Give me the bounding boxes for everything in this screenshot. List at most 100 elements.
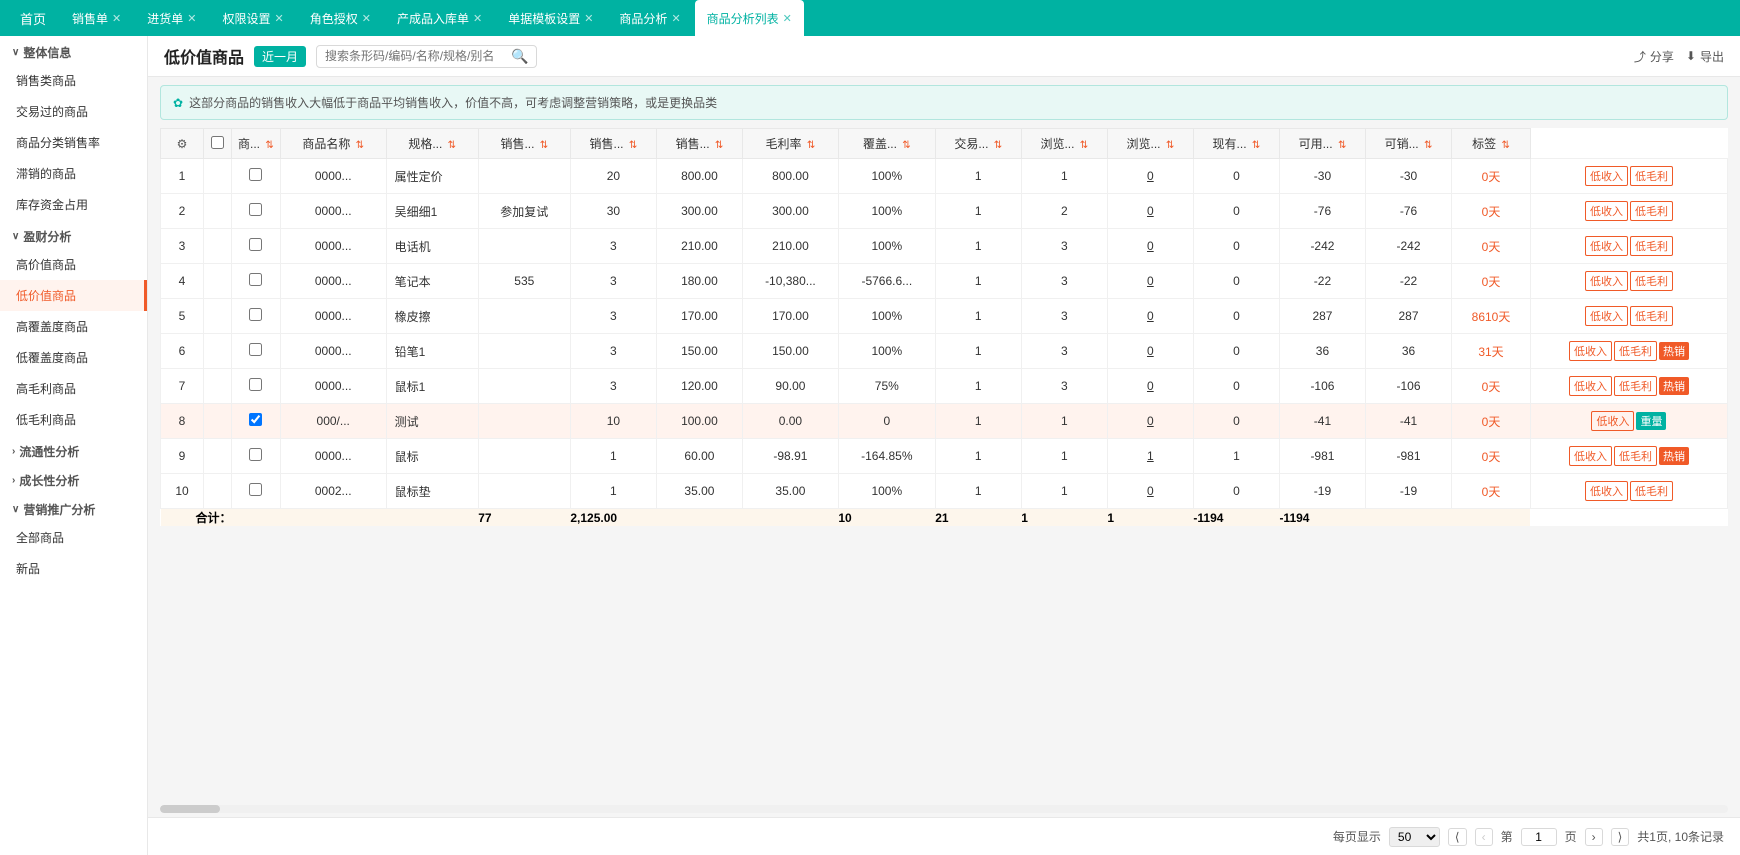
row-checkbox[interactable] [232, 439, 281, 474]
row-checkbox[interactable] [232, 159, 281, 194]
row-browse1[interactable]: 0 [1107, 334, 1193, 369]
row-checkbox-input[interactable] [249, 238, 262, 251]
sidebar-item-low-value[interactable]: 低价值商品 [0, 280, 147, 311]
row-checkbox-input[interactable] [249, 483, 262, 496]
row-settings[interactable] [204, 194, 232, 229]
sidebar-item-low-coverage[interactable]: 低覆盖度商品 [0, 342, 147, 373]
browse1-link[interactable]: 0 [1147, 274, 1154, 288]
search-input[interactable] [325, 49, 505, 63]
share-button[interactable]: ⤴ 分享 [1634, 48, 1674, 65]
row-checkbox[interactable] [232, 474, 281, 509]
browse1-link[interactable]: 0 [1147, 204, 1154, 218]
nav-close-warehouse[interactable]: ✕ [473, 12, 482, 25]
prev-page-button[interactable]: ‹ [1475, 828, 1493, 846]
row-settings[interactable] [204, 369, 232, 404]
browse1-link[interactable]: 0 [1147, 414, 1154, 428]
nav-purchase[interactable]: 进货单 ✕ [135, 0, 208, 36]
row-checkbox[interactable] [232, 299, 281, 334]
settings-icon[interactable]: ⚙ [177, 137, 188, 151]
nav-close-analysis[interactable]: ✕ [671, 12, 680, 25]
nav-sales[interactable]: 销售单 ✕ [60, 0, 133, 36]
row-checkbox[interactable] [232, 334, 281, 369]
browse1-link[interactable]: 0 [1147, 344, 1154, 358]
row-checkbox[interactable] [232, 404, 281, 439]
row-browse1[interactable]: 0 [1107, 264, 1193, 299]
nav-template[interactable]: 单据模板设置 ✕ [496, 0, 605, 36]
sidebar-item-sales-goods[interactable]: 销售类商品 [0, 65, 147, 96]
row-settings[interactable] [204, 229, 232, 264]
first-page-button[interactable]: ⟨ [1448, 828, 1467, 846]
nav-close-roles[interactable]: ✕ [362, 12, 371, 25]
sidebar-item-category-rate[interactable]: 商品分类销售率 [0, 127, 147, 158]
row-checkbox[interactable] [232, 369, 281, 404]
browse1-link[interactable]: 0 [1147, 169, 1154, 183]
row-checkbox-input[interactable] [249, 203, 262, 216]
page-number-input[interactable] [1521, 828, 1557, 846]
sidebar-group-liquidity[interactable]: › 流通性分析 [0, 435, 147, 464]
row-checkbox-input[interactable] [249, 448, 262, 461]
sidebar-group-finance[interactable]: ∨ 盈财分析 [0, 220, 147, 249]
row-browse1[interactable]: 0 [1107, 194, 1193, 229]
row-settings[interactable] [204, 474, 232, 509]
row-settings[interactable] [204, 159, 232, 194]
row-browse1[interactable]: 0 [1107, 474, 1193, 509]
browse1-link[interactable]: 0 [1147, 239, 1154, 253]
scrollbar-thumb[interactable] [160, 805, 220, 813]
sidebar-group-growth[interactable]: › 成长性分析 [0, 464, 147, 493]
row-browse1[interactable]: 0 [1107, 229, 1193, 264]
browse1-link[interactable]: 0 [1147, 379, 1154, 393]
row-checkbox-input[interactable] [249, 378, 262, 391]
sidebar-item-high-value[interactable]: 高价值商品 [0, 249, 147, 280]
browse1-link[interactable]: 0 [1147, 309, 1154, 323]
row-browse1[interactable]: 0 [1107, 159, 1193, 194]
sidebar-item-traded-goods[interactable]: 交易过的商品 [0, 96, 147, 127]
sidebar-item-all-goods[interactable]: 全部商品 [0, 522, 147, 553]
nav-analysis-list[interactable]: 商品分析列表 ✕ [695, 0, 804, 36]
nav-close-purchase[interactable]: ✕ [187, 12, 196, 25]
row-browse1[interactable]: 1 [1107, 439, 1193, 474]
row-browse1[interactable]: 0 [1107, 299, 1193, 334]
nav-roles[interactable]: 角色授权 ✕ [298, 0, 383, 36]
sidebar-item-stock-fund[interactable]: 库存资金占用 [0, 189, 147, 220]
nav-close-permissions[interactable]: ✕ [275, 12, 284, 25]
last-page-button[interactable]: ⟩ [1611, 828, 1630, 846]
nav-permissions[interactable]: 权限设置 ✕ [210, 0, 295, 36]
sidebar-group-marketing[interactable]: ∨ 营销推广分析 [0, 493, 147, 522]
row-checkbox[interactable] [232, 264, 281, 299]
table-container[interactable]: ⚙ 商... ⇅ 商品名称 ⇅ 规格... ⇅ 销售... ⇅ 销售... ⇅ … [160, 128, 1728, 805]
sidebar-item-new-goods[interactable]: 新品 [0, 553, 147, 584]
sidebar-item-low-margin[interactable]: 低毛利商品 [0, 404, 147, 435]
row-browse1[interactable]: 0 [1107, 404, 1193, 439]
row-settings[interactable] [204, 439, 232, 474]
search-icon[interactable]: 🔍 [511, 48, 528, 65]
sidebar-item-high-coverage[interactable]: 高覆盖度商品 [0, 311, 147, 342]
export-button[interactable]: ⬇ 导出 [1686, 48, 1724, 65]
browse1-link[interactable]: 1 [1147, 449, 1154, 463]
period-tag-button[interactable]: 近一月 [254, 46, 306, 67]
row-checkbox-input[interactable] [249, 343, 262, 356]
row-browse1[interactable]: 0 [1107, 369, 1193, 404]
horizontal-scrollbar[interactable] [160, 805, 1728, 813]
next-page-button[interactable]: › [1585, 828, 1603, 846]
col-checkbox[interactable] [204, 129, 232, 159]
sidebar-item-slow-goods[interactable]: 滞销的商品 [0, 158, 147, 189]
row-checkbox-input[interactable] [249, 168, 262, 181]
per-page-select[interactable]: 50 20 100 [1389, 827, 1440, 847]
nav-close-sales[interactable]: ✕ [112, 12, 121, 25]
browse1-link[interactable]: 0 [1147, 484, 1154, 498]
nav-close-analysis-list[interactable]: ✕ [783, 12, 792, 25]
row-settings[interactable] [204, 264, 232, 299]
nav-close-template[interactable]: ✕ [584, 12, 593, 25]
row-settings[interactable] [204, 299, 232, 334]
row-settings[interactable] [204, 404, 232, 439]
row-checkbox-input[interactable] [249, 308, 262, 321]
row-checkbox[interactable] [232, 194, 281, 229]
col-settings[interactable]: ⚙ [161, 129, 204, 159]
sidebar-item-high-margin[interactable]: 高毛利商品 [0, 373, 147, 404]
select-all-checkbox[interactable] [211, 136, 224, 149]
row-checkbox-input[interactable] [249, 413, 262, 426]
row-settings[interactable] [204, 334, 232, 369]
nav-warehouse[interactable]: 产成品入库单 ✕ [385, 0, 494, 36]
row-checkbox[interactable] [232, 229, 281, 264]
row-checkbox-input[interactable] [249, 273, 262, 286]
